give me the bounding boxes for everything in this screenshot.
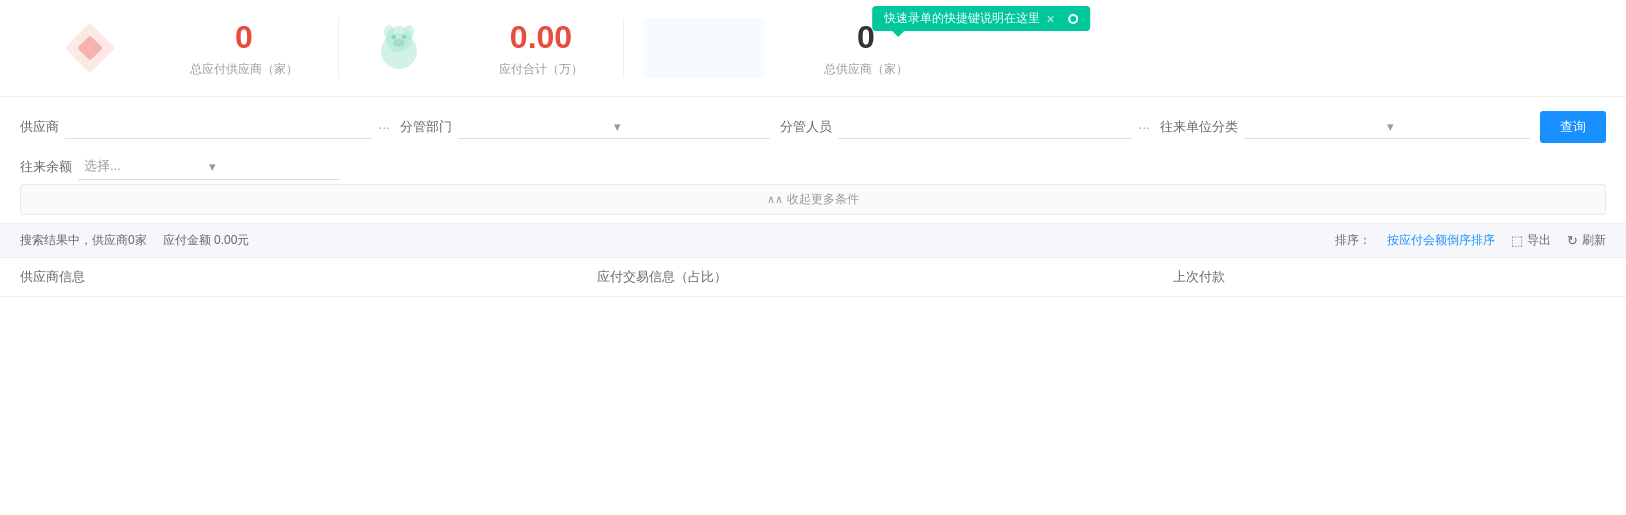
manager-more-button[interactable]: ··· (1138, 119, 1150, 135)
svg-point-7 (392, 35, 396, 39)
filter-balance: 往来余额 选择... ▾ (20, 153, 340, 180)
filter-bar: 供应商 ··· 分管部门 ▾ 分管人员 ··· 往来单位分类 ▾ (0, 97, 1626, 224)
manager-input[interactable] (838, 115, 1132, 139)
filter-department: 分管部门 ▾ (400, 115, 770, 139)
summary-card (644, 18, 764, 78)
payable-suppliers-label: 总应付供应商（家） (190, 61, 298, 78)
refresh-icon: ↻ (1567, 233, 1578, 248)
filter-row-1: 供应商 ··· 分管部门 ▾ 分管人员 ··· 往来单位分类 ▾ (20, 111, 1606, 143)
sort-label: 排序： (1335, 232, 1371, 249)
sort-option-text: 按应付会额倒序排序 (1387, 232, 1495, 249)
collapse-label: 收起更多条件 (787, 191, 859, 208)
stat-block-payable-total: 0.00 应付合计（万） (459, 18, 624, 77)
category-chevron-icon: ▾ (1387, 119, 1524, 134)
results-summary: 搜索结果中，供应商0家 应付金额 0.00元 (20, 232, 249, 249)
filter-category: 往来单位分类 ▾ (1160, 115, 1530, 139)
filter-manager: 分管人员 ··· (780, 115, 1150, 139)
tooltip-close-button[interactable]: × (1046, 11, 1054, 27)
stat-block-payable-suppliers: 0 总应付供应商（家） (150, 18, 339, 77)
results-amount: 应付金额 0.00元 (163, 232, 250, 249)
results-count: 搜索结果中，供应商0家 (20, 232, 147, 249)
tooltip-dot (1069, 14, 1079, 24)
department-select[interactable]: ▾ (458, 115, 770, 139)
svg-point-8 (402, 35, 406, 39)
export-button[interactable]: ⬚ 导出 (1511, 232, 1551, 249)
export-icon: ⬚ (1511, 233, 1523, 248)
col-supplier-header: 供应商信息 (20, 268, 597, 286)
query-button[interactable]: 查询 (1540, 111, 1606, 143)
pig-icon-area (369, 18, 429, 78)
filter-supplier: 供应商 ··· (20, 115, 390, 139)
payable-total-label: 应付合计（万） (499, 61, 583, 78)
tooltip-badge: 快速录单的快捷键说明在这里 × (872, 6, 1090, 31)
table-header: 供应商信息 应付交易信息（占比） 上次付款 (0, 258, 1626, 297)
results-bar: 搜索结果中，供应商0家 应付金额 0.00元 排序： 按应付会额倒序排序 按应付… (0, 224, 1626, 258)
manager-label: 分管人员 (780, 118, 832, 136)
tooltip-text: 快速录单的快捷键说明在这里 (884, 10, 1040, 27)
balance-placeholder: 选择... (84, 157, 209, 175)
svg-point-6 (393, 39, 405, 47)
payable-total-number: 0.00 (510, 18, 572, 56)
col-last-payment-header: 上次付款 (1173, 268, 1606, 286)
collapse-button[interactable]: ∧∧ 收起更多条件 (20, 184, 1606, 215)
refresh-button[interactable]: ↻ 刷新 (1567, 232, 1606, 249)
balance-chevron-icon: ▾ (209, 159, 334, 174)
supplier-label: 供应商 (20, 118, 59, 136)
top-panel: 0 总应付供应商（家） 0.00 应付合计（万） 快速录单的快捷键说明在这里 × (0, 0, 1626, 97)
category-label: 往来单位分类 (1160, 118, 1238, 136)
refresh-label: 刷新 (1582, 232, 1606, 249)
col-transaction-header: 应付交易信息（占比） (597, 268, 1174, 286)
results-actions: 排序： 按应付会额倒序排序 按应付会额倒序排序 ⬚ 导出 ↻ 刷新 (1335, 232, 1606, 249)
balance-label: 往来余额 (20, 158, 72, 176)
collapse-up-icon: ∧∧ (767, 193, 783, 206)
category-select[interactable]: ▾ (1244, 115, 1530, 139)
diamond-icon-area (60, 18, 120, 78)
supplier-input[interactable] (65, 115, 372, 139)
payable-suppliers-number: 0 (235, 18, 253, 56)
export-label: 导出 (1527, 232, 1551, 249)
diamond-icon (64, 22, 116, 74)
filter-row-2: 往来余额 选择... ▾ (20, 153, 1606, 180)
department-label: 分管部门 (400, 118, 452, 136)
supplier-more-button[interactable]: ··· (378, 119, 390, 135)
department-chevron-icon: ▾ (614, 119, 764, 134)
table-body (0, 297, 1626, 515)
total-suppliers-label: 总供应商（家） (824, 61, 908, 78)
balance-select[interactable]: 选择... ▾ (78, 153, 340, 180)
pig-icon (370, 19, 428, 77)
